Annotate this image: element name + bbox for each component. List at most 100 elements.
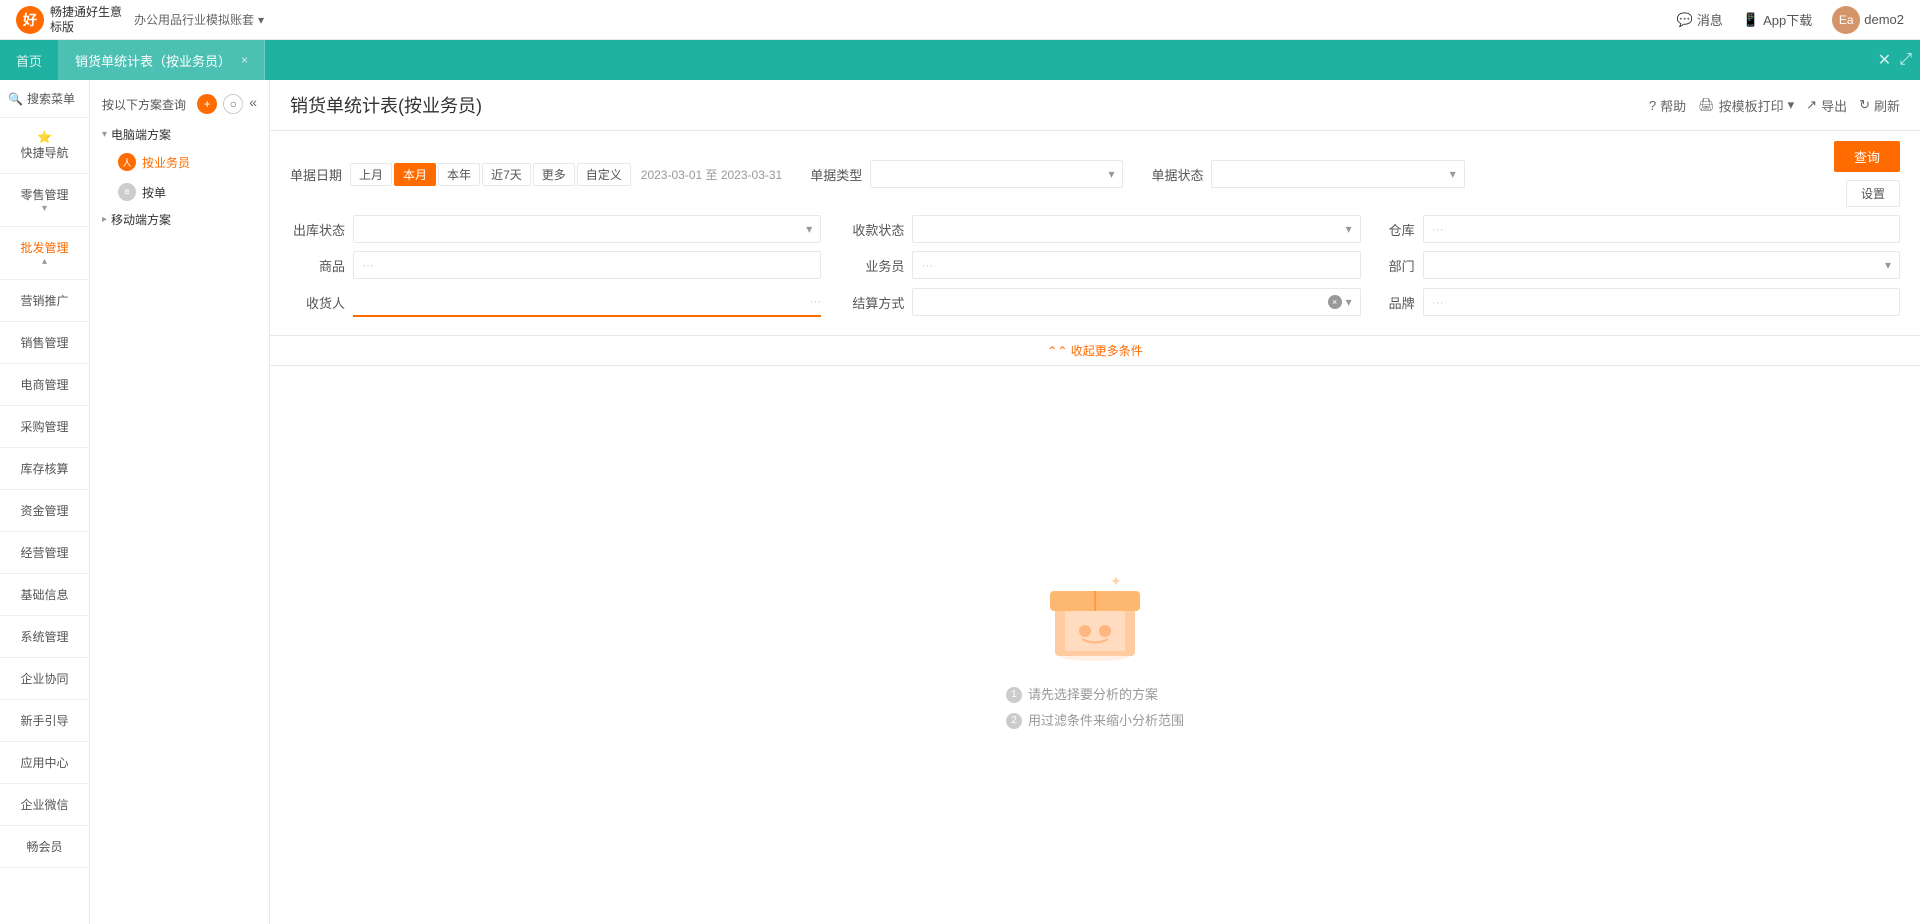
- settlement-clear-icon[interactable]: ×: [1328, 295, 1342, 309]
- logo-text: 畅捷通好生意 标版: [50, 5, 122, 34]
- tab-sales-stat[interactable]: 销货单统计表（按业务员） ×: [59, 40, 265, 80]
- sidebar-item-app-center[interactable]: 应用中心: [0, 742, 89, 784]
- sidebar-item-quick-nav[interactable]: ⭐ 快捷导航: [0, 118, 89, 174]
- sidebar-item-wechat[interactable]: 企业微信: [0, 784, 89, 826]
- sidebar-item-newbie[interactable]: 新手引导: [0, 700, 89, 742]
- sidebar-search[interactable]: 🔍 搜索菜单: [0, 80, 89, 118]
- header-left: 好 畅捷通好生意 标版 办公用品行业模拟账套 ▾: [16, 5, 264, 34]
- refresh-icon: ↻: [1859, 97, 1870, 113]
- sidebar-item-sales[interactable]: 销售管理: [0, 322, 89, 364]
- empty-step-1: 1 请先选择要分析的方案: [1006, 682, 1184, 708]
- export-action[interactable]: ↗ 导出: [1806, 96, 1847, 115]
- help-icon: ?: [1649, 98, 1656, 113]
- empty-state: ✦ ✦ 1 请先选择要分析的方案: [270, 366, 1920, 924]
- brand-select[interactable]: ···: [1423, 288, 1900, 316]
- scheme-add-btn[interactable]: +: [197, 94, 217, 114]
- doc-status-arrow-icon: ▾: [1450, 167, 1456, 181]
- scheme-collapse-btn[interactable]: «: [249, 94, 257, 114]
- scheme-actions: + ○ «: [197, 94, 257, 114]
- scheme-item-by-salesman[interactable]: 人 按业务员: [90, 147, 269, 177]
- tab-close-window-icon[interactable]: ✕: [1878, 50, 1891, 70]
- tab-maximize-icon[interactable]: ⤢: [1899, 51, 1912, 69]
- scheme-category-mobile[interactable]: ▸ 移动端方案: [90, 207, 269, 232]
- sidebar-item-enterprise[interactable]: 企业协同: [0, 658, 89, 700]
- date-range-text: 2023-03-01 至 2023-03-31: [641, 166, 782, 183]
- message-action[interactable]: 💬 消息: [1677, 10, 1723, 29]
- tab-close-icon[interactable]: ×: [241, 53, 248, 67]
- dropdown-arrow-icon: ▾: [258, 13, 264, 27]
- refresh-action[interactable]: ↻ 刷新: [1859, 96, 1900, 115]
- scheme-panel-header: 按以下方案查询 + ○ «: [90, 90, 269, 122]
- step-1-num: 1: [1006, 687, 1022, 703]
- collapse-icon: ⌃⌃: [1047, 344, 1070, 358]
- dept-select[interactable]: ▾: [1423, 251, 1900, 279]
- user-avatar[interactable]: Ea demo2: [1832, 6, 1904, 34]
- sidebar-item-system[interactable]: 系统管理: [0, 616, 89, 658]
- tab-home[interactable]: 首页: [0, 40, 59, 80]
- collapse-bar[interactable]: ⌃⌃ 收起更多条件: [270, 336, 1920, 366]
- sidebar-item-ecommerce[interactable]: 电商管理: [0, 364, 89, 406]
- avatar: Ea: [1832, 6, 1860, 34]
- phone-icon: 📱: [1743, 12, 1759, 28]
- svg-text:✦: ✦: [1123, 596, 1131, 607]
- tab-bar: 首页 销货单统计表（按业务员） × ✕ ⤢: [0, 40, 1920, 80]
- sidebar-item-marketing[interactable]: 营销推广: [0, 280, 89, 322]
- date-btn-this-year[interactable]: 本年: [438, 163, 480, 186]
- payment-status-select[interactable]: ▾: [912, 215, 1360, 243]
- consignee-input[interactable]: [353, 287, 809, 315]
- warehouse-select[interactable]: ···: [1423, 215, 1900, 243]
- filter-brand: 品牌 ···: [1369, 288, 1900, 316]
- scheme-edit-btn[interactable]: ○: [223, 94, 243, 114]
- sidebar-item-member[interactable]: 畅会员: [0, 826, 89, 868]
- sidebar-item-finance[interactable]: 资金管理: [0, 490, 89, 532]
- doc-type-select[interactable]: ▾: [870, 160, 1123, 188]
- filter-payment-status: 收款状态 ▾: [829, 215, 1360, 243]
- goods-select[interactable]: ···: [353, 251, 821, 279]
- date-btn-last-month[interactable]: 上月: [350, 163, 392, 186]
- sidebar-item-basic-info[interactable]: 基础信息: [0, 574, 89, 616]
- scheme-panel: 按以下方案查询 + ○ « ▾ 电脑端方案 人 按业务员 ≡ 按单: [90, 80, 270, 924]
- settings-button[interactable]: 设置: [1846, 180, 1900, 207]
- scheme-category-desktop[interactable]: ▾ 电脑端方案: [90, 122, 269, 147]
- empty-state-content: ✦ ✦ 1 请先选择要分析的方案: [1006, 556, 1184, 734]
- scheme-item-by-order[interactable]: ≡ 按单: [90, 177, 269, 207]
- help-action[interactable]: ? 帮助: [1649, 96, 1686, 115]
- right-content: 销货单统计表(按业务员) ? 帮助 🖨 按模板打印 ▾ ↗ 导出: [270, 80, 1920, 924]
- settlement-select[interactable]: × ▾: [912, 288, 1360, 316]
- date-btn-more[interactable]: 更多: [533, 163, 575, 186]
- filter-row-3: 商品 ··· 业务员 ··· 部门: [290, 251, 1900, 279]
- doc-type-label: 单据类型: [810, 165, 862, 184]
- date-btn-this-month[interactable]: 本月: [394, 163, 436, 186]
- out-status-select[interactable]: ▾: [353, 215, 821, 243]
- print-action[interactable]: 🖨 按模板打印 ▾: [1698, 96, 1794, 115]
- query-button[interactable]: 查询: [1834, 141, 1900, 172]
- sidebar-item-operations[interactable]: 经营管理: [0, 532, 89, 574]
- goods-label: 商品: [290, 256, 345, 275]
- doc-status-select[interactable]: ▾: [1211, 160, 1464, 188]
- salesman-select[interactable]: ···: [912, 251, 1360, 279]
- app-download-action[interactable]: 📱 App下载: [1743, 10, 1812, 29]
- page-header: 销货单统计表(按业务员) ? 帮助 🖨 按模板打印 ▾ ↗ 导出: [270, 80, 1920, 131]
- message-icon: 💬: [1677, 12, 1693, 28]
- empty-illustration: ✦ ✦: [1035, 556, 1155, 666]
- filter-row-4: 收货人 ··· 结算方式 × ▾: [290, 287, 1900, 317]
- payment-status-arrow-icon: ▾: [1346, 222, 1352, 236]
- date-btn-7days[interactable]: 近7天: [482, 163, 531, 186]
- sidebar-item-wholesale[interactable]: 批发管理 ▴: [0, 227, 89, 280]
- doc-status-label: 单据状态: [1151, 165, 1203, 184]
- filter-doc-type-group: 单据类型 ▾: [790, 160, 1123, 188]
- order-scheme-icon: ≡: [118, 183, 136, 201]
- sidebar-item-purchase[interactable]: 采购管理: [0, 406, 89, 448]
- step-2-num: 2: [1006, 713, 1022, 729]
- payment-status-label: 收款状态: [849, 220, 904, 239]
- svg-text:✦: ✦: [1110, 573, 1122, 589]
- consignee-label: 收货人: [290, 293, 345, 312]
- main-layout: 🔍 搜索菜单 ⭐ 快捷导航 零售管理 ▾ 批发管理 ▴ 营销推广 销售管理 电商…: [0, 80, 1920, 924]
- sidebar-item-inventory[interactable]: 库存核算: [0, 448, 89, 490]
- page-layout: 按以下方案查询 + ○ « ▾ 电脑端方案 人 按业务员 ≡ 按单: [90, 80, 1920, 924]
- sidebar-item-retail[interactable]: 零售管理 ▾: [0, 174, 89, 227]
- date-buttons: 上月 本月 本年 近7天 更多 自定义 2023-03-01 至 2023-03…: [350, 163, 782, 186]
- date-btn-custom[interactable]: 自定义: [577, 163, 631, 186]
- filter-out-status: 出库状态 ▾: [290, 215, 821, 243]
- breadcrumb[interactable]: 办公用品行业模拟账套 ▾: [134, 11, 264, 28]
